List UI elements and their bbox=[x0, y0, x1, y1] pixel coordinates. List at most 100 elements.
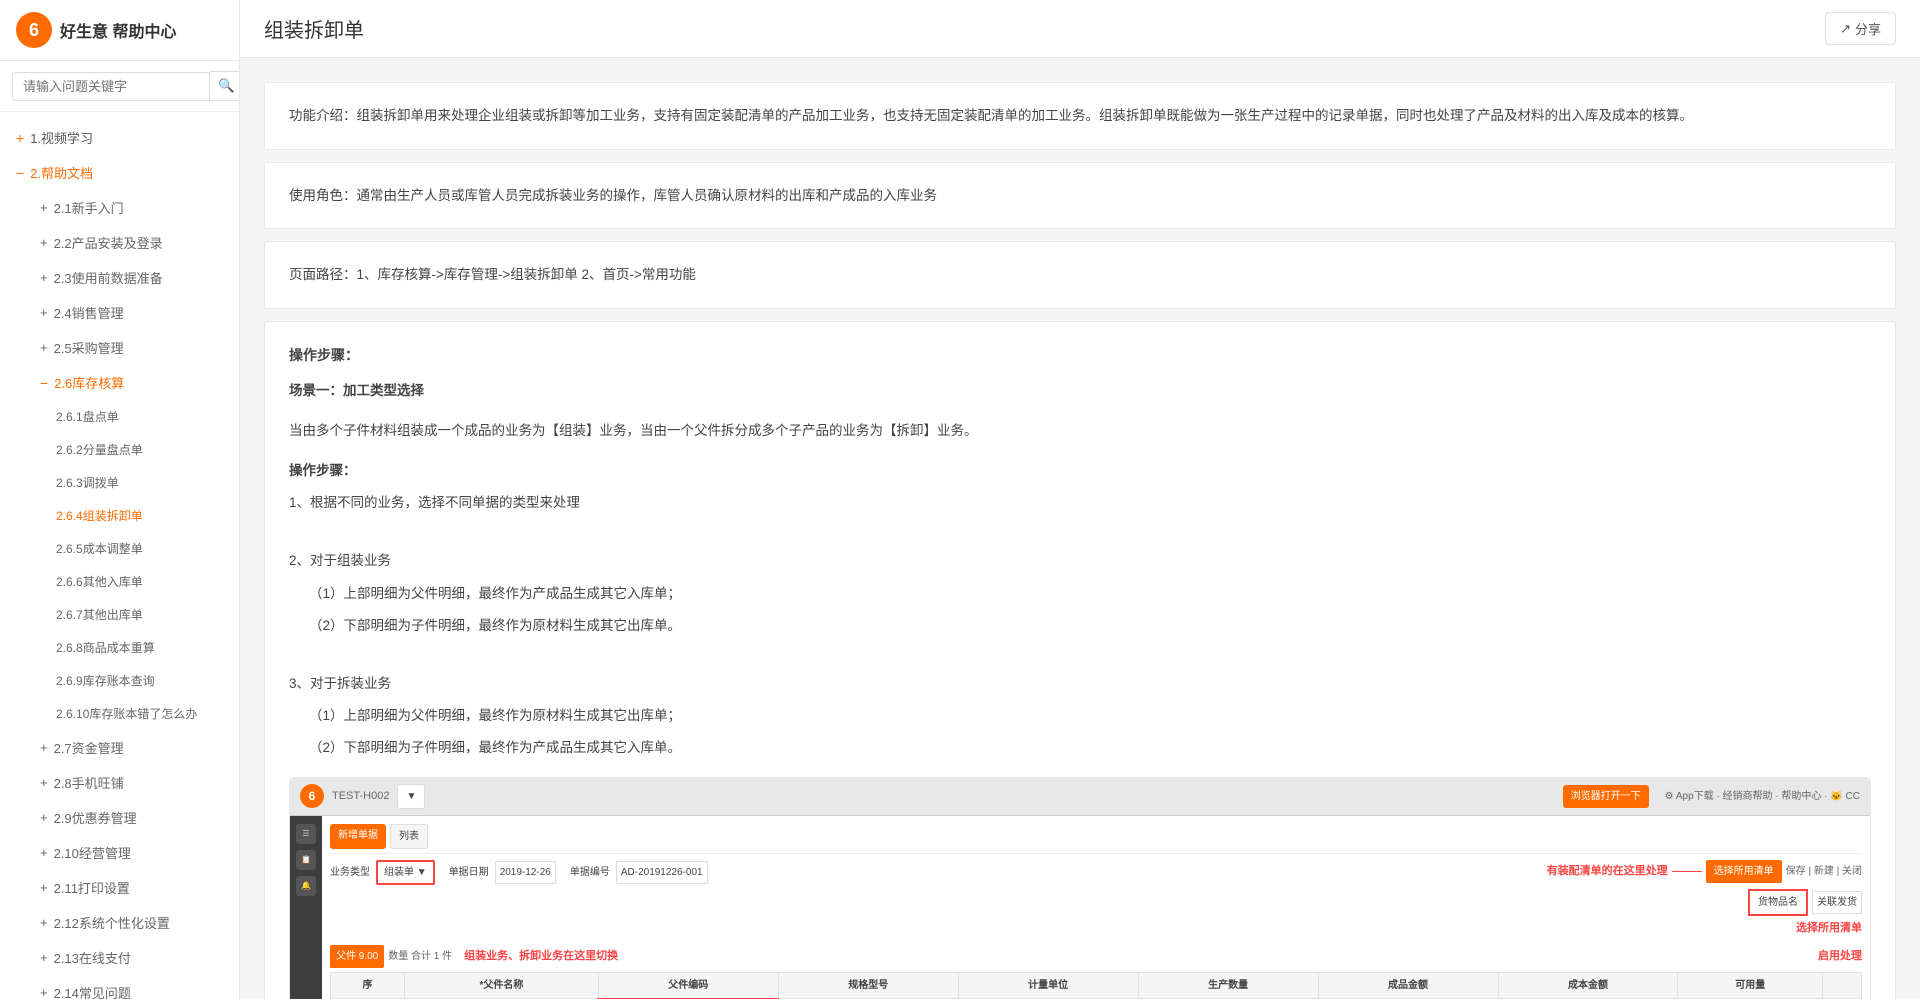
mock-qty-labels: 数量 合计 1 件 bbox=[388, 947, 452, 966]
mock-parent-section: 父件 9.00 bbox=[330, 945, 384, 968]
ops-steps-block: 操作步骤： 1、根据不同的业务，选择不同单据的类型来处理 2、对于组装业务 （1… bbox=[289, 459, 1871, 761]
share-button[interactable]: ↗ 分享 bbox=[1825, 12, 1896, 45]
sidebar-item-sales[interactable]: + 2.4销售管理 bbox=[0, 295, 239, 330]
mock-th-2: *父件名称 bbox=[405, 972, 599, 999]
app-logo: 6 bbox=[16, 12, 52, 48]
content-area: 功能介绍：组装拆卸单用来处理企业组装或拆卸等加工业务，支持有固定装配清单的产品加… bbox=[240, 58, 1920, 999]
mock-select-input: 货物品名 bbox=[1748, 889, 1808, 916]
mock-th-4: 规格型号 bbox=[778, 972, 958, 999]
sidebar-item-inventory[interactable]: − 2.6库存核算 bbox=[0, 365, 239, 400]
mock-form-label2: 单据日期 bbox=[449, 863, 489, 882]
mock-date: 2019-12-26 bbox=[495, 861, 556, 884]
expand-icon-sm9: + bbox=[40, 985, 48, 999]
mock-th-1: 序 bbox=[331, 972, 405, 999]
sidebar-item-inventory-error[interactable]: 2.6.10库存账本错了怎么办 bbox=[0, 697, 239, 730]
main-content: 组装拆卸单 ↗ 分享 功能介绍：组装拆卸单用来处理企业组装或拆卸等加工业务，支持… bbox=[240, 0, 1920, 999]
expand-icon-sm3: + bbox=[40, 775, 48, 790]
expand-icon-sm6: + bbox=[40, 880, 48, 895]
sidebar-item-print[interactable]: + 2.11打印设置 bbox=[0, 870, 239, 905]
sidebar-header: 6 好生意 帮助中心 bbox=[0, 0, 239, 61]
mock-th-8: 成本金额 bbox=[1498, 972, 1678, 999]
annotation-4: 启用处理 bbox=[1818, 946, 1862, 967]
step3-heading: 3、对于拆装业务 bbox=[289, 672, 1871, 696]
mock-tab-active: 新增单据 bbox=[330, 824, 386, 849]
page-title: 组装拆卸单 bbox=[264, 14, 364, 43]
mock-dropdown: ▼ bbox=[397, 784, 425, 809]
expand-icon-sm: + bbox=[40, 270, 48, 285]
search-input[interactable] bbox=[12, 72, 210, 101]
step3-2: （2）下部明细为子件明细，最终作为产成品生成其它入库单。 bbox=[289, 736, 1871, 760]
mock-th-9: 可用量 bbox=[1678, 972, 1823, 999]
sidebar-item-data-prep[interactable]: + 2.3使用前数据准备 bbox=[0, 260, 239, 295]
search-button[interactable]: 🔍 bbox=[210, 71, 240, 101]
sidebar-item-purchase[interactable]: + 2.5采购管理 bbox=[0, 330, 239, 365]
mock-th-5: 计量单位 bbox=[958, 972, 1138, 999]
mock-form-label3: 单据编号 bbox=[570, 863, 610, 882]
intro-block-2: 使用角色：通常由生产人员或库管人员完成拆装业务的操作，库管人员确认原材料的出库和… bbox=[264, 162, 1896, 230]
expand-icon-sm2: + bbox=[40, 740, 48, 755]
mock-th-7: 成品金额 bbox=[1318, 972, 1498, 999]
share-icon: ↗ bbox=[1840, 21, 1851, 37]
sidebar-item-beginner[interactable]: + 2.1新手入门 bbox=[0, 190, 239, 225]
expand-icon-sm: + bbox=[40, 235, 48, 250]
operations-section: 操作步骤： 场景一：加工类型选择 当由多个子件材料组装成一个成品的业务为【组装】… bbox=[264, 321, 1896, 999]
mock-nav-btn: 浏览器打开一下 bbox=[1563, 785, 1649, 808]
ops-heading: 操作步骤： bbox=[289, 342, 1871, 369]
scene-desc: 当由多个子件材料组装成一个成品的业务为【组装】业务，当由一个父件拆分成多个子产品… bbox=[289, 419, 1871, 443]
mock-logo: 6 bbox=[300, 784, 324, 808]
sidebar-item-mobile[interactable]: + 2.8手机旺铺 bbox=[0, 765, 239, 800]
sidebar-item-video-learning[interactable]: + 1.视频学习 bbox=[0, 120, 239, 155]
sidebar-item-stocktake[interactable]: 2.6.1盘点单 bbox=[0, 400, 239, 433]
sidebar-item-other-out[interactable]: 2.6.7其他出库单 bbox=[0, 598, 239, 631]
search-box: 🔍 bbox=[0, 61, 239, 112]
expand-icon-sm8: + bbox=[40, 950, 48, 965]
sidebar: 6 好生意 帮助中心 🔍 + 1.视频学习 − 2.帮助文档 + 2.1新手入门… bbox=[0, 0, 240, 999]
step1-text: 1、根据不同的业务，选择不同单据的类型来处理 bbox=[289, 491, 1871, 515]
sidebar-item-operations[interactable]: + 2.10经营管理 bbox=[0, 835, 239, 870]
sidebar-item-assembly[interactable]: 2.6.4组装拆卸单 bbox=[0, 499, 239, 532]
step2-2: （2）下部明细为子件明细，最终作为原材料生成其它出库单。 bbox=[289, 614, 1871, 638]
sidebar-item-coupon[interactable]: + 2.9优惠券管理 bbox=[0, 800, 239, 835]
path-block: 页面路径：1、库存核算->库存管理->组装拆卸单 2、首页->常用功能 bbox=[264, 241, 1896, 309]
scene-desc-block: 当由多个子件材料组装成一个成品的业务为【组装】业务，当由一个父件拆分成多个子产品… bbox=[289, 419, 1871, 443]
mock-th-6: 生产数量 bbox=[1138, 972, 1318, 999]
expand-icon-sm7: + bbox=[40, 915, 48, 930]
annotation-3: 组装业务、拆卸业务在这里切换 bbox=[464, 946, 618, 967]
sidebar-item-faq[interactable]: + 2.14常见问题 bbox=[0, 975, 239, 999]
mock-confirm-btn: 关联发货 bbox=[1812, 891, 1862, 914]
mock-icons: ⚙ App下载 · 经销商帮助 · 帮助中心 · 🐱 CC bbox=[1665, 787, 1860, 806]
mock-th-10 bbox=[1823, 972, 1862, 999]
sidebar-item-partial-stocktake[interactable]: 2.6.2分量盘点单 bbox=[0, 433, 239, 466]
expand-icon-sm4: + bbox=[40, 810, 48, 825]
sidebar-item-personalize[interactable]: + 2.12系统个性化设置 bbox=[0, 905, 239, 940]
expand-icon-sm: + bbox=[40, 305, 48, 320]
sidebar-item-inventory-query[interactable]: 2.6.9库存账本查询 bbox=[0, 664, 239, 697]
nav-tree: + 1.视频学习 − 2.帮助文档 + 2.1新手入门 + 2.2产品安装及登录… bbox=[0, 112, 239, 999]
step3-1: （1）上部明细为父件明细，最终作为原材料生成其它出库单； bbox=[289, 704, 1871, 728]
sidebar-item-cost-adjust[interactable]: 2.6.5成本调整单 bbox=[0, 532, 239, 565]
scene-heading: 场景一：加工类型选择 bbox=[289, 379, 1871, 403]
sidebar-item-install[interactable]: + 2.2产品安装及登录 bbox=[0, 225, 239, 260]
mock-select-btn: 选择所用清单 bbox=[1706, 860, 1782, 883]
mock-form-label1: 业务类型 bbox=[330, 863, 370, 882]
sidebar-item-other-in[interactable]: 2.6.6其他入库单 bbox=[0, 565, 239, 598]
mock-doc-no: AD-20191226-001 bbox=[616, 861, 708, 884]
sidebar-item-help-docs[interactable]: − 2.帮助文档 bbox=[0, 155, 239, 190]
mock-sidebar-icons: ☰ 📋 🔔 bbox=[290, 816, 322, 999]
sidebar-item-capital[interactable]: + 2.7资金管理 bbox=[0, 730, 239, 765]
sidebar-item-cost-recalc[interactable]: 2.6.8商品成本重算 bbox=[0, 631, 239, 664]
expand-icon: + bbox=[16, 130, 24, 146]
mock-th-3: 父件编码 bbox=[598, 972, 778, 999]
mock-business-type-box: 组装单 ▼ bbox=[376, 860, 435, 885]
app-name: 好生意 帮助中心 bbox=[60, 18, 176, 42]
step2-heading: 2、对于组装业务 bbox=[289, 549, 1871, 573]
step2-1: （1）上部明细为父件明细，最终作为产成品生成其它入库单； bbox=[289, 582, 1871, 606]
annotation-2: 选择所用清单 bbox=[1796, 918, 1862, 939]
intro-block-1: 功能介绍：组装拆卸单用来处理企业组装或拆卸等加工业务，支持有固定装配清单的产品加… bbox=[264, 82, 1896, 150]
annotation-1: 有装配清单的在这里处理 bbox=[1547, 861, 1668, 882]
sidebar-item-transfer[interactable]: 2.6.3调拨单 bbox=[0, 466, 239, 499]
sidebar-item-online-pay[interactable]: + 2.13在线支付 bbox=[0, 940, 239, 975]
topbar: 组装拆卸单 ↗ 分享 bbox=[240, 0, 1920, 58]
collapse-icon: − bbox=[16, 165, 24, 181]
ops-heading2: 操作步骤： bbox=[289, 459, 1871, 483]
